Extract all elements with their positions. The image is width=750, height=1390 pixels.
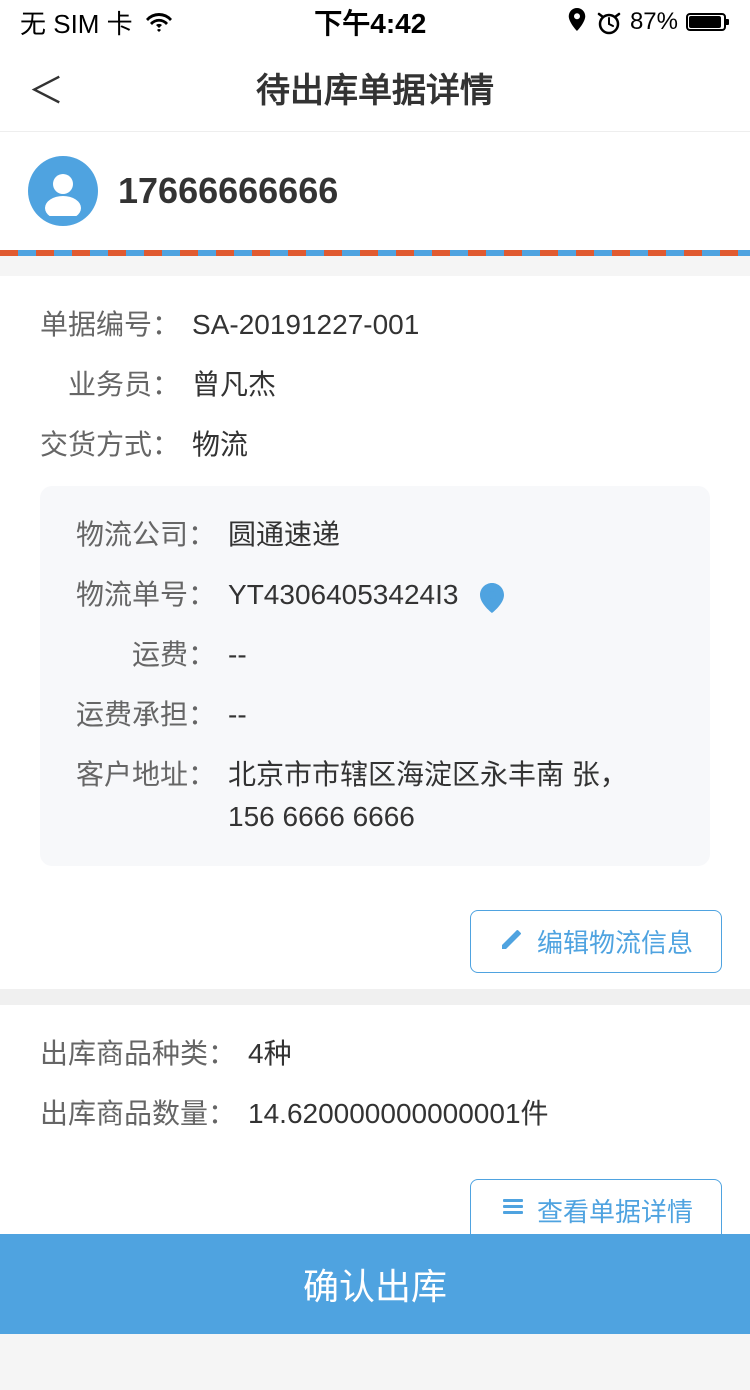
summary-section: 出库商品种类： 4种 出库商品数量： 14.620000000000001件 (0, 1005, 750, 1163)
avatar (28, 156, 98, 226)
battery-icon (686, 11, 730, 33)
freight-value: -- (228, 634, 674, 676)
doc-number-value: SA-20191227-001 (192, 304, 710, 346)
edit-icon (499, 924, 527, 959)
logistics-company-value: 圆通速递 (228, 514, 674, 556)
delivery-row: 交货方式： 物流 (40, 424, 710, 466)
nav-bar: ＜ 待出库单据详情 (0, 44, 750, 132)
product-type-label: 出库商品种类： (40, 1033, 236, 1075)
product-type-value: 4种 (248, 1033, 710, 1075)
status-bar-time: 下午4:42 (314, 2, 426, 42)
doc-number-row: 单据编号： SA-20191227-001 (40, 304, 710, 346)
status-bar: 无 SIM 卡 下午4:42 87% (0, 0, 750, 44)
address-row: 客户地址： 北京市市辖区海淀区永丰南 张，156 6666 6666 (76, 754, 674, 838)
location-status-icon (566, 8, 588, 36)
delivery-label: 交货方式： (40, 424, 180, 466)
view-detail-button[interactable]: 查看单据详情 (470, 1179, 722, 1242)
confirm-bar[interactable]: 确认出库 (0, 1234, 750, 1334)
wifi-icon (143, 10, 175, 34)
user-header: 17666666666 (0, 132, 750, 250)
logistics-card: 物流公司： 圆通速递 物流单号： YT43064053424I3 运费： -- … (40, 486, 710, 866)
address-label: 客户地址： (76, 754, 216, 796)
user-phone: 17666666666 (118, 170, 338, 212)
freight-bearer-value: -- (228, 694, 674, 736)
salesperson-row: 业务员： 曾凡杰 (40, 364, 710, 406)
edit-logistics-label: 编辑物流信息 (537, 923, 693, 960)
product-type-row: 出库商品种类： 4种 (40, 1033, 710, 1075)
page-title: 待出库单据详情 (256, 63, 494, 112)
status-bar-left: 无 SIM 卡 (20, 4, 175, 41)
tracking-label: 物流单号： (76, 574, 216, 616)
dashed-divider (0, 250, 750, 256)
doc-number-label: 单据编号： (40, 304, 180, 346)
user-avatar-icon (38, 166, 88, 216)
logistics-company-row: 物流公司： 圆通速递 (76, 514, 674, 556)
freight-bearer-row: 运费承担： -- (76, 694, 674, 736)
view-detail-label: 查看单据详情 (537, 1192, 693, 1229)
map-pin-icon[interactable] (474, 579, 510, 615)
freight-bearer-label: 运费承担： (76, 694, 216, 736)
delivery-value: 物流 (192, 424, 710, 466)
detail-icon (499, 1193, 527, 1228)
tracking-value: YT43064053424I3 (228, 574, 674, 616)
logistics-company-label: 物流公司： (76, 514, 216, 556)
freight-label: 运费： (76, 634, 216, 676)
product-quantity-label: 出库商品数量： (40, 1093, 236, 1135)
status-bar-right: 87% (566, 8, 730, 36)
salesperson-label: 业务员： (40, 364, 180, 406)
product-quantity-row: 出库商品数量： 14.620000000000001件 (40, 1093, 710, 1135)
confirm-label: 确认出库 (303, 1258, 447, 1310)
address-value: 北京市市辖区海淀区永丰南 张，156 6666 6666 (228, 754, 674, 838)
edit-logistics-button[interactable]: 编辑物流信息 (470, 910, 722, 973)
tracking-row: 物流单号： YT43064053424I3 (76, 574, 674, 616)
battery-percent: 87% (630, 8, 678, 36)
alarm-icon (596, 8, 622, 36)
edit-logistics-section: 编辑物流信息 (0, 894, 750, 989)
document-info-section: 单据编号： SA-20191227-001 业务员： 曾凡杰 交货方式： 物流 … (0, 276, 750, 894)
product-quantity-value: 14.620000000000001件 (248, 1093, 710, 1135)
salesperson-value: 曾凡杰 (192, 364, 710, 406)
gray-divider (0, 989, 750, 1005)
freight-row: 运费： -- (76, 634, 674, 676)
back-button[interactable]: ＜ (28, 62, 64, 114)
carrier-text: 无 SIM 卡 (20, 4, 133, 41)
